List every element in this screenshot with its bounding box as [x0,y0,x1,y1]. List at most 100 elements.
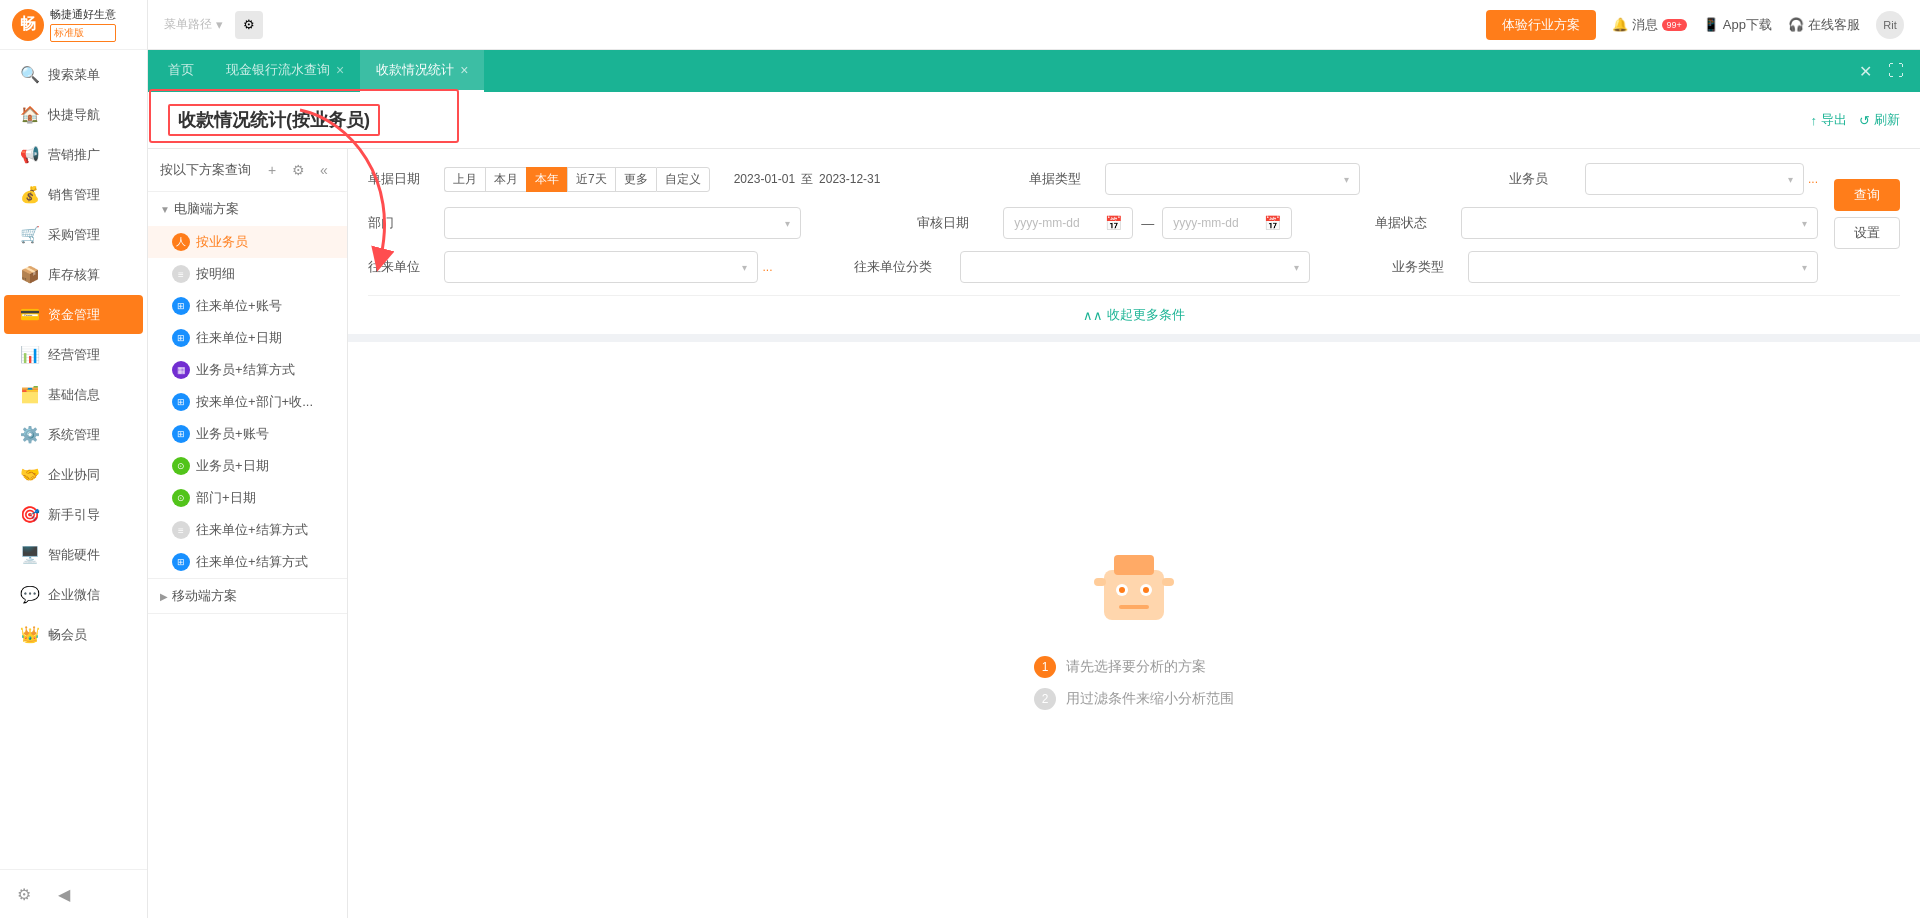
dept-select[interactable]: ▾ [444,207,801,239]
sidebar-item-purchase[interactable]: 🛒 采购管理 [4,215,143,254]
refresh-button[interactable]: ↺ 刷新 [1859,111,1900,129]
tab-bank-flow[interactable]: 现金银行流水查询 × [210,50,360,92]
tab-close-button[interactable]: ✕ [1855,58,1876,85]
scheme-item-icon-cs2: ⊞ [172,553,190,571]
chart-icon: 📊 [20,345,40,364]
counterpart-category-select[interactable]: ▾ [960,251,1310,283]
sidebar-item-sales[interactable]: 💰 销售管理 [4,175,143,214]
scheme-item-salesman-date[interactable]: ⊙ 业务员+日期 [148,450,347,482]
sidebar-item-marketing[interactable]: 📢 营销推广 [4,135,143,174]
online-service-button[interactable]: 🎧 在线客服 [1788,16,1860,34]
box-icon: 📦 [20,265,40,284]
app-download-button[interactable]: 📱 App下载 [1703,16,1772,34]
counterpart-select[interactable]: ▾ [444,251,758,283]
step-num-2: 2 [1034,688,1056,710]
scheme-item-label-salesman: 按业务员 [196,233,248,251]
collapse-bar[interactable]: ∧∧ 收起更多条件 [368,295,1900,334]
sidebar-item-guide[interactable]: 🎯 新手引导 [4,495,143,534]
sidebar-item-basic[interactable]: 🗂️ 基础信息 [4,375,143,414]
biz-type-select[interactable]: ▾ [1468,251,1818,283]
scheme-pc-section-title[interactable]: ▼ 电脑端方案 [148,192,347,226]
svg-rect-7 [1094,578,1106,586]
sidebar-item-system[interactable]: ⚙️ 系统管理 [4,415,143,454]
scheme-item-counterpart-date[interactable]: ⊞ 往来单位+日期 [148,322,347,354]
scheme-item-label-cd: 往来单位+日期 [196,329,282,347]
salesman-more-button[interactable]: ... [1808,172,1818,186]
sidebar-item-member[interactable]: 👑 畅会员 [4,615,143,654]
date-tab-last-month[interactable]: 上月 [444,167,485,192]
scheme-settings-button[interactable]: ⚙ [287,159,309,181]
tab-home[interactable]: 首页 [152,50,210,92]
review-date-start-input[interactable]: yyyy-mm-dd 📅 [1003,207,1133,239]
counterpart-category-arrow: ▾ [1294,262,1299,273]
scheme-item-icon-cdo: ⊞ [172,393,190,411]
scheme-panel: 按以下方案查询 + ⚙ « ▼ 电脑端方案 人 按业务员 [148,149,348,918]
scheme-add-button[interactable]: + [261,159,283,181]
doc-status-select[interactable]: ▾ [1461,207,1818,239]
sidebar-settings-button[interactable]: ⚙ [8,878,40,910]
scheme-item-salesman-settlement[interactable]: ▦ 业务员+结算方式 [148,354,347,386]
tab-bank-flow-label: 现金银行流水查询 [226,61,330,79]
empty-illustration [1084,540,1184,640]
avatar[interactable]: Rit [1876,11,1904,39]
scheme-item-icon-ca: ⊞ [172,297,190,315]
doc-type-select[interactable]: ▾ [1105,163,1360,195]
sidebar-item-enterprise[interactable]: 🤝 企业协同 [4,455,143,494]
filter-settings-button[interactable]: 设置 [1834,217,1900,249]
date-tab-7days[interactable]: 近7天 [567,167,615,192]
scheme-collapse-button[interactable]: « [313,159,335,181]
scheme-item-label-cs2: 往来单位+结算方式 [196,553,308,571]
tab-receipt-stat[interactable]: 收款情况统计 × [360,50,484,92]
scheme-item-salesman-account[interactable]: ⊞ 业务员+账号 [148,418,347,450]
sidebar-item-inventory[interactable]: 📦 库存核算 [4,255,143,294]
step-label-2: 用过滤条件来缩小分析范围 [1066,690,1234,708]
empty-step-1: 1 请先选择要分析的方案 [1034,656,1234,678]
scheme-item-label-ca: 往来单位+账号 [196,297,282,315]
tab-bank-flow-close[interactable]: × [336,63,344,77]
date-range: 2023-01-01 至 2023-12-31 [734,171,881,188]
scheme-item-cpart-settlement2[interactable]: ⊞ 往来单位+结算方式 [148,546,347,578]
tab-receipt-stat-close[interactable]: × [460,63,468,77]
scheme-item-counterpart-dept[interactable]: ⊞ 按来单位+部门+收... [148,386,347,418]
sidebar-item-quick-nav[interactable]: 🏠 快捷导航 [4,95,143,134]
tab-fullscreen-button[interactable]: ⛶ [1884,58,1908,84]
scheme-item-cpart-settlement1[interactable]: ≡ 往来单位+结算方式 [148,514,347,546]
empty-state: 1 请先选择要分析的方案 2 用过滤条件来缩小分析范围 [1034,540,1234,720]
query-button[interactable]: 查询 [1834,179,1900,211]
date-range-end: 2023-12-31 [819,172,880,186]
sidebar-item-hardware[interactable]: 🖥️ 智能硬件 [4,535,143,574]
sidebar-item-wechat[interactable]: 💬 企业微信 [4,575,143,614]
sidebar-item-label-finance: 资金管理 [48,306,100,324]
filter-button-group: 查询 设置 [1834,163,1900,295]
sidebar-item-search[interactable]: 🔍 搜索菜单 [4,55,143,94]
sidebar-collapse-button[interactable]: ◀ [48,878,80,910]
tab-bar-right: ✕ ⛶ [1855,50,1916,92]
scheme-item-dept-date[interactable]: ⊙ 部门+日期 [148,482,347,514]
scheme-item-by-salesman[interactable]: 人 按业务员 [148,226,347,258]
review-date-label: 审核日期 [917,214,987,232]
export-label: 导出 [1821,111,1847,129]
message-button[interactable]: 🔔 消息 99+ [1612,16,1687,34]
scheme-item-by-detail[interactable]: ≡ 按明细 [148,258,347,290]
trial-button[interactable]: 体验行业方案 [1486,10,1596,40]
filter-content-wrapper: 按以下方案查询 + ⚙ « ▼ 电脑端方案 人 按业务员 [148,149,1920,918]
review-date-end-input[interactable]: yyyy-mm-dd 📅 [1162,207,1292,239]
scheme-item-counterpart-account[interactable]: ⊞ 往来单位+账号 [148,290,347,322]
step-label-1: 请先选择要分析的方案 [1066,658,1206,676]
pc-section-label: 电脑端方案 [174,200,239,218]
counterpart-more-button[interactable]: ... [762,260,772,274]
sidebar-item-operations[interactable]: 📊 经营管理 [4,335,143,374]
svg-rect-8 [1162,578,1174,586]
logo-name: 畅捷通好生意 [50,7,116,21]
scheme-mobile-section-title[interactable]: ▶ 移动端方案 [148,579,347,613]
export-button[interactable]: ↑ 导出 [1811,111,1848,129]
date-tab-this-month[interactable]: 本月 [485,167,526,192]
svg-point-4 [1119,587,1125,593]
sidebar-item-finance[interactable]: 💳 资金管理 [4,295,143,334]
salesman-select[interactable]: ▾ [1585,163,1804,195]
date-tab-this-year[interactable]: 本年 [526,167,567,192]
date-tab-custom[interactable]: 自定义 [656,167,710,192]
date-tab-more[interactable]: 更多 [615,167,656,192]
header-gear-button[interactable]: ⚙ [235,11,263,39]
svg-rect-6 [1119,605,1149,609]
